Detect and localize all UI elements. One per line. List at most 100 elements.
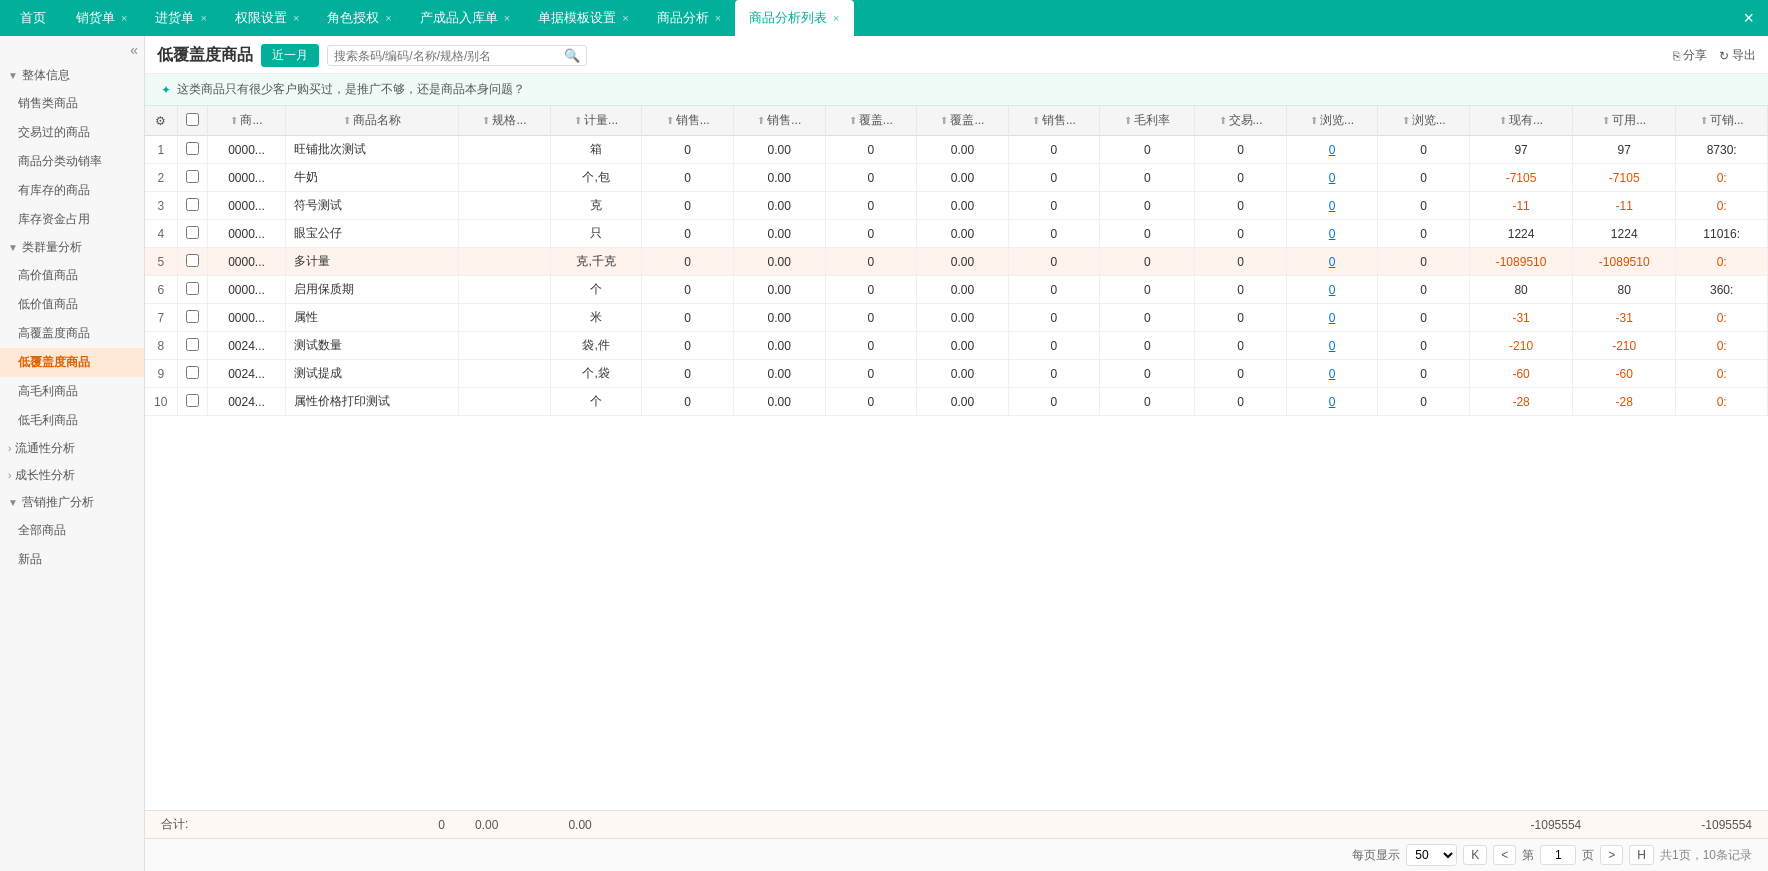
nav-tab-permsetting[interactable]: 权限设置 × <box>221 0 313 36</box>
nav-tab-roleauth-close[interactable]: × <box>385 12 391 24</box>
col-unit[interactable]: ⬆计量... <box>550 106 642 136</box>
sidebar-item-stock-goods[interactable]: 有库存的商品 <box>0 176 144 205</box>
row-checkbox[interactable] <box>186 226 199 239</box>
col-sales3[interactable]: ⬆销售... <box>1008 106 1100 136</box>
row-checkbox[interactable] <box>186 142 199 155</box>
share-button[interactable]: ⎘ 分享 <box>1673 47 1707 64</box>
sidebar-item-low-value[interactable]: 低价值商品 <box>0 290 144 319</box>
nav-tab-analysis[interactable]: 商品分析 × <box>643 0 735 36</box>
nav-tab-analysis-list[interactable]: 商品分析列表 × <box>735 0 853 36</box>
sidebar-section-overview[interactable]: ▼ 整体信息 <box>0 62 144 89</box>
nav-tab-roleauth[interactable]: 角色授权 × <box>313 0 405 36</box>
row-b1[interactable]: 0 <box>1286 304 1378 332</box>
row-b1[interactable]: 0 <box>1286 220 1378 248</box>
next-page-button[interactable]: > <box>1600 845 1623 865</box>
col-current-stock[interactable]: ⬆现有... <box>1469 106 1572 136</box>
sidebar-item-high-value[interactable]: 高价值商品 <box>0 261 144 290</box>
sidebar-item-sales-goods[interactable]: 销售类商品 <box>0 89 144 118</box>
row-b1[interactable]: 0 <box>1286 164 1378 192</box>
sidebar-section-crowd[interactable]: ▼ 类群量分析 <box>0 234 144 261</box>
row-checkbox[interactable] <box>186 254 199 267</box>
nav-tab-purchase-close[interactable]: × <box>200 12 206 24</box>
row-b1[interactable]: 0 <box>1286 332 1378 360</box>
close-all-button[interactable]: × <box>1733 8 1764 29</box>
row-checkbox-cell[interactable] <box>177 192 207 220</box>
page-input[interactable] <box>1540 845 1576 865</box>
prev-page-button[interactable]: < <box>1493 845 1516 865</box>
nav-tab-salesorder-close[interactable]: × <box>121 12 127 24</box>
col-sales-qty[interactable]: ⬆销售... <box>642 106 734 136</box>
row-checkbox-cell[interactable] <box>177 332 207 360</box>
export-button[interactable]: ↻ 导出 <box>1719 47 1756 64</box>
sidebar-collapse-button[interactable]: « <box>0 40 144 62</box>
sidebar-section-marketing[interactable]: ▼ 营销推广分析 <box>0 489 144 516</box>
row-b1[interactable]: 0 <box>1286 136 1378 164</box>
table-container[interactable]: ⚙ ⬆商... ⬆商品名称 ⬆规格... ⬆计量... ⬆销售... ⬆销售..… <box>145 106 1768 810</box>
nav-tab-analysis-close[interactable]: × <box>715 12 721 24</box>
col-trans[interactable]: ⬆交易... <box>1195 106 1287 136</box>
col-spec[interactable]: ⬆规格... <box>459 106 551 136</box>
row-checkbox[interactable] <box>186 366 199 379</box>
sidebar-item-low-margin[interactable]: 低毛利商品 <box>0 406 144 435</box>
row-b1[interactable]: 0 <box>1286 360 1378 388</box>
row-sq: 0 <box>642 276 734 304</box>
row-checkbox[interactable] <box>186 282 199 295</box>
col-cover2[interactable]: ⬆覆盖... <box>917 106 1009 136</box>
row-b1[interactable]: 0 <box>1286 276 1378 304</box>
sidebar-item-high-margin[interactable]: 高毛利商品 <box>0 377 144 406</box>
sidebar-item-category-rate[interactable]: 商品分类动销率 <box>0 147 144 176</box>
row-checkbox[interactable] <box>186 310 199 323</box>
nav-tab-template-close[interactable]: × <box>622 12 628 24</box>
row-c2: 0.00 <box>917 332 1009 360</box>
sidebar-section-growth[interactable]: › 成长性分析 <box>0 462 144 489</box>
col-cover1[interactable]: ⬆覆盖... <box>825 106 917 136</box>
nav-tab-analysis-list-close[interactable]: × <box>833 12 839 24</box>
filter-recent-button[interactable]: 近一月 <box>261 44 319 67</box>
row-checkbox-cell[interactable] <box>177 220 207 248</box>
sidebar-item-high-coverage[interactable]: 高覆盖度商品 <box>0 319 144 348</box>
col-sales-amt[interactable]: ⬆销售... <box>733 106 825 136</box>
col-code[interactable]: ⬆商... <box>207 106 286 136</box>
last-page-button[interactable]: H <box>1629 845 1654 865</box>
nav-tab-salesorder[interactable]: 销货单 × <box>62 0 141 36</box>
sidebar-item-new-goods[interactable]: 新品 <box>0 545 144 574</box>
sidebar-item-all-goods[interactable]: 全部商品 <box>0 516 144 545</box>
row-checkbox-cell[interactable] <box>177 164 207 192</box>
row-checkbox-cell[interactable] <box>177 136 207 164</box>
row-checkbox-cell[interactable] <box>177 276 207 304</box>
first-page-button[interactable]: K <box>1463 845 1487 865</box>
col-avail-stock[interactable]: ⬆可用... <box>1573 106 1676 136</box>
row-checkbox-cell[interactable] <box>177 304 207 332</box>
row-name: 启用保质期 <box>286 276 459 304</box>
row-b1[interactable]: 0 <box>1286 192 1378 220</box>
col-settings[interactable]: ⚙ <box>145 106 177 136</box>
row-b1[interactable]: 0 <box>1286 248 1378 276</box>
row-checkbox[interactable] <box>186 338 199 351</box>
search-input[interactable] <box>334 49 564 63</box>
row-b1[interactable]: 0 <box>1286 388 1378 416</box>
select-all-checkbox[interactable] <box>186 113 199 126</box>
col-checkbox[interactable] <box>177 106 207 136</box>
row-checkbox[interactable] <box>186 198 199 211</box>
col-name[interactable]: ⬆商品名称 <box>286 106 459 136</box>
nav-tab-template[interactable]: 单据模板设置 × <box>524 0 642 36</box>
row-checkbox[interactable] <box>186 394 199 407</box>
sidebar-item-traded-goods[interactable]: 交易过的商品 <box>0 118 144 147</box>
row-checkbox[interactable] <box>186 170 199 183</box>
nav-tab-production[interactable]: 产成品入库单 × <box>406 0 524 36</box>
col-sellable[interactable]: ⬆可销... <box>1676 106 1768 136</box>
row-checkbox-cell[interactable] <box>177 360 207 388</box>
col-browse2[interactable]: ⬆浏览... <box>1378 106 1470 136</box>
sidebar-item-low-coverage[interactable]: 低覆盖度商品 <box>0 348 144 377</box>
nav-tab-permsetting-close[interactable]: × <box>293 12 299 24</box>
col-margin[interactable]: ⬆毛利率 <box>1100 106 1195 136</box>
nav-tab-production-close[interactable]: × <box>504 12 510 24</box>
sidebar-item-stock-capital[interactable]: 库存资金占用 <box>0 205 144 234</box>
sidebar-section-flow[interactable]: › 流通性分析 <box>0 435 144 462</box>
nav-tab-home[interactable]: 首页 <box>4 0 62 36</box>
col-browse1[interactable]: ⬆浏览... <box>1286 106 1378 136</box>
row-checkbox-cell[interactable] <box>177 388 207 416</box>
row-checkbox-cell[interactable] <box>177 248 207 276</box>
nav-tab-purchase[interactable]: 进货单 × <box>141 0 220 36</box>
per-page-select[interactable]: 50 100 200 <box>1406 844 1457 866</box>
